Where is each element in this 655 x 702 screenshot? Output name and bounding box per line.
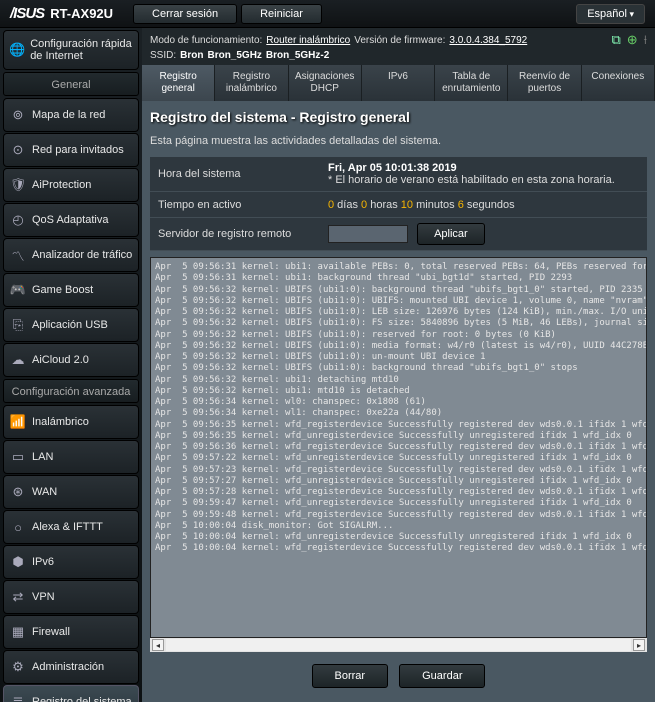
ssid-3: Bron_5GHz-2 bbox=[266, 50, 329, 61]
ssid-1: Bron bbox=[180, 50, 203, 61]
sidebar-guest-network[interactable]: ⊙Red para invitados bbox=[3, 133, 139, 167]
sidebar-traffic-analyzer[interactable]: 〽Analizador de tráfico bbox=[3, 238, 139, 272]
tab-dhcp[interactable]: Asignaciones DHCP bbox=[289, 65, 362, 101]
scroll-left-icon[interactable]: ◂ bbox=[152, 639, 164, 651]
mode-value-link[interactable]: Router inalámbrico bbox=[266, 35, 350, 46]
save-button[interactable]: Guardar bbox=[399, 664, 485, 688]
sidebar-wireless[interactable]: 📶Inalámbrico bbox=[3, 405, 139, 439]
wan-icon: ⊛ bbox=[9, 483, 27, 501]
shield-icon: 🛡 bbox=[9, 176, 27, 194]
row-remote-log: Servidor de registro remoto Aplicar bbox=[150, 218, 647, 251]
tab-connections[interactable]: Conexiones bbox=[582, 65, 655, 101]
fw-value-link[interactable]: 3.0.0.4.384_5792 bbox=[449, 35, 527, 46]
firewall-icon: ▦ bbox=[9, 623, 27, 641]
lan-icon: ▭ bbox=[9, 448, 27, 466]
systime-note: * El horario de verano está habilitado e… bbox=[328, 174, 615, 186]
gear-icon: ⚙ bbox=[9, 658, 27, 676]
vpn-icon: ⇄ bbox=[9, 588, 27, 606]
usb-status-icon[interactable]: ⟊ bbox=[644, 32, 647, 48]
scroll-right-icon[interactable]: ▸ bbox=[633, 639, 645, 651]
guest-icon: ⊙ bbox=[9, 141, 27, 159]
uptime-label: Tiempo en activo bbox=[158, 199, 328, 211]
cloud-icon: ☁ bbox=[9, 351, 27, 369]
log-textarea[interactable]: Apr 5 09:56:31 kernel: ubi1: available P… bbox=[150, 257, 647, 638]
devices-icon[interactable]: ⧉ bbox=[611, 32, 620, 48]
sidebar-aiprotection[interactable]: 🛡AiProtection bbox=[3, 168, 139, 202]
clear-button[interactable]: Borrar bbox=[312, 664, 389, 688]
tabs: Registro general Registro inalámbrico As… bbox=[142, 65, 655, 101]
usb-icon: ⎘ bbox=[9, 316, 27, 334]
tab-ipv6[interactable]: IPv6 bbox=[362, 65, 435, 101]
chart-icon: 〽 bbox=[9, 246, 27, 264]
sidebar-vpn[interactable]: ⇄VPN bbox=[3, 580, 139, 614]
model-name: RT-AX92U bbox=[50, 6, 113, 21]
page-desc: Esta página muestra las actividades deta… bbox=[150, 135, 647, 147]
wifi-icon: 📶 bbox=[9, 413, 27, 431]
fw-label: Versión de firmware: bbox=[354, 35, 445, 46]
main-panel: Modo de funcionamiento: Router inalámbri… bbox=[142, 28, 655, 702]
gamepad-icon: 🎮 bbox=[9, 281, 27, 299]
mode-label: Modo de funcionamiento: bbox=[150, 35, 262, 46]
ipv6-icon: ⬢ bbox=[9, 553, 27, 571]
sidebar-wan[interactable]: ⊛WAN bbox=[3, 475, 139, 509]
sidebar: 🌐Configuración rápida de Internet Genera… bbox=[0, 28, 142, 702]
reboot-button[interactable]: Reiniciar bbox=[241, 4, 322, 24]
ssid-label: SSID: bbox=[150, 50, 176, 61]
sidebar-admin[interactable]: ⚙Administración bbox=[3, 650, 139, 684]
sidebar-qos[interactable]: ◴QoS Adaptativa bbox=[3, 203, 139, 237]
row-systime: Hora del sistema Fri, Apr 05 10:01:38 20… bbox=[150, 157, 647, 192]
sidebar-heading-general: General bbox=[3, 72, 139, 96]
systime-label: Hora del sistema bbox=[158, 168, 328, 180]
gauge-icon: ◴ bbox=[9, 211, 27, 229]
sidebar-ipv6[interactable]: ⬢IPv6 bbox=[3, 545, 139, 579]
sidebar-usb-app[interactable]: ⎘Aplicación USB bbox=[3, 308, 139, 342]
tab-routing[interactable]: Tabla de enrutamiento bbox=[435, 65, 508, 101]
status-icon[interactable]: ⊕ bbox=[627, 32, 638, 48]
topbar: /ISUS RT-AX92U Cerrar sesión Reiniciar E… bbox=[0, 0, 655, 28]
row-uptime: Tiempo en activo 0 días 0 horas 10 minut… bbox=[150, 192, 647, 218]
remote-log-input[interactable] bbox=[328, 225, 408, 243]
meta-bar: Modo de funcionamiento: Router inalámbri… bbox=[142, 28, 655, 65]
content: Registro del sistema - Registro general … bbox=[142, 101, 655, 702]
tab-port-fwd[interactable]: Reenvío de puertos bbox=[508, 65, 581, 101]
sidebar-network-map[interactable]: ⊚Mapa de la red bbox=[3, 98, 139, 132]
sidebar-firewall[interactable]: ▦Firewall bbox=[3, 615, 139, 649]
log-icon: ≣ bbox=[9, 693, 27, 702]
sidebar-lan[interactable]: ▭LAN bbox=[3, 440, 139, 474]
page-title: Registro del sistema - Registro general bbox=[150, 109, 647, 125]
sidebar-heading-advanced: Configuración avanzada bbox=[3, 379, 139, 403]
uptime-value: 0 días 0 horas 10 minutos 6 segundos bbox=[328, 199, 639, 211]
language-select[interactable]: Español bbox=[576, 4, 645, 24]
apply-button[interactable]: Aplicar bbox=[417, 223, 485, 245]
ssid-2: Bron_5GHz bbox=[207, 50, 261, 61]
tab-general-log[interactable]: Registro general bbox=[142, 65, 215, 101]
h-scrollbar[interactable]: ◂ ▸ bbox=[150, 638, 647, 652]
remote-log-label: Servidor de registro remoto bbox=[158, 228, 328, 240]
map-icon: ⊚ bbox=[9, 106, 27, 124]
tab-wireless-log[interactable]: Registro inalámbrico bbox=[215, 65, 288, 101]
logout-button[interactable]: Cerrar sesión bbox=[133, 4, 237, 24]
sidebar-alexa[interactable]: ○Alexa & IFTTT bbox=[3, 510, 139, 544]
bottom-buttons: Borrar Guardar bbox=[150, 652, 647, 694]
sidebar-aicloud[interactable]: ☁AiCloud 2.0 bbox=[3, 343, 139, 377]
brand-logo: /ISUS bbox=[10, 5, 44, 22]
systime-value: Fri, Apr 05 10:01:38 2019 bbox=[328, 162, 457, 174]
sidebar-game-boost[interactable]: 🎮Game Boost bbox=[3, 273, 139, 307]
sidebar-quick-setup[interactable]: 🌐Configuración rápida de Internet bbox=[3, 30, 139, 70]
voice-icon: ○ bbox=[9, 518, 27, 536]
sidebar-system-log[interactable]: ≣Registro del sistema bbox=[3, 685, 139, 702]
globe-icon: 🌐 bbox=[9, 41, 25, 59]
